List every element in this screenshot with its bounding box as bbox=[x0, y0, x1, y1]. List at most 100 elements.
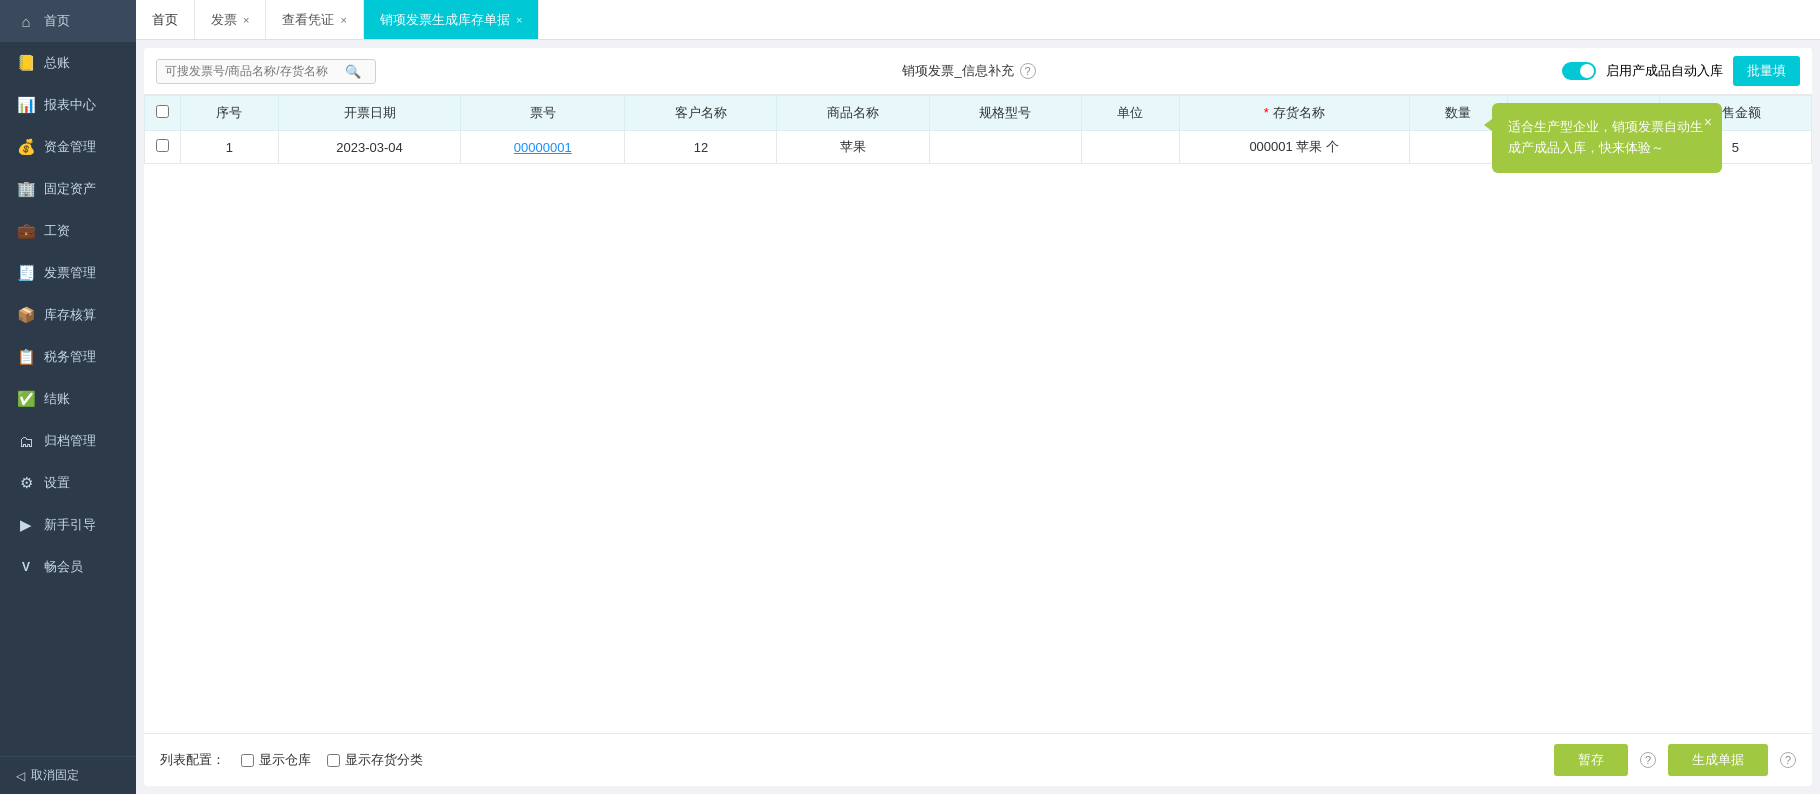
generate-button[interactable]: 生成单据 bbox=[1668, 744, 1768, 776]
tab-view-voucher-close[interactable]: × bbox=[340, 14, 346, 26]
settings-icon: ⚙ bbox=[16, 474, 36, 492]
cancel-pin-label: 取消固定 bbox=[31, 767, 79, 784]
th-seq: 序号 bbox=[181, 96, 279, 131]
row-unit bbox=[1081, 131, 1179, 164]
sidebar-item-tax[interactable]: 📋 税务管理 bbox=[0, 336, 136, 378]
info-help-icon[interactable]: ? bbox=[1020, 63, 1036, 79]
cancel-pin-button[interactable]: ◁ 取消固定 bbox=[0, 757, 136, 794]
sidebar-item-fixed-asset[interactable]: 🏢 固定资产 bbox=[0, 168, 136, 210]
sidebar-item-label: 结账 bbox=[44, 390, 70, 408]
toolbar: 🔍 销项发票_信息补充 ? 启用产成品自动入库 批量填 bbox=[144, 48, 1812, 95]
invoice-icon: 🧾 bbox=[16, 264, 36, 282]
toolbar-center: 销项发票_信息补充 ? bbox=[902, 62, 1035, 80]
toolbar-left: 🔍 bbox=[156, 59, 376, 84]
bottom-bar: 列表配置： 显示仓库 显示存货分类 暂存 ? 生成单据 ? bbox=[144, 733, 1812, 786]
sidebar-item-vip[interactable]: V 畅会员 bbox=[0, 546, 136, 588]
tooltip-popup: × 适合生产型企业，销项发票自动生成产成品入库，快来体验～ bbox=[1492, 103, 1722, 173]
info-label: 销项发票_信息补充 bbox=[902, 62, 1013, 80]
toolbar-right: 启用产成品自动入库 批量填 bbox=[1562, 56, 1800, 86]
tab-invoice-close[interactable]: × bbox=[243, 14, 249, 26]
search-input[interactable] bbox=[165, 64, 345, 78]
tab-invoice[interactable]: 发票 × bbox=[195, 0, 266, 39]
sidebar-item-ledger[interactable]: 📒 总账 bbox=[0, 42, 136, 84]
sidebar-item-home[interactable]: ⌂ 首页 bbox=[0, 0, 136, 42]
row-checkbox[interactable] bbox=[156, 139, 169, 152]
tab-sales-inventory-close[interactable]: × bbox=[516, 14, 522, 26]
show-warehouse-label[interactable]: 显示仓库 bbox=[241, 751, 311, 769]
tab-view-voucher[interactable]: 查看凭证 × bbox=[266, 0, 363, 39]
th-unit: 单位 bbox=[1081, 96, 1179, 131]
tab-bar: 首页 发票 × 查看凭证 × 销项发票生成库存单据 × bbox=[136, 0, 1820, 40]
batch-fill-button[interactable]: 批量填 bbox=[1733, 56, 1800, 86]
sidebar-item-label: 设置 bbox=[44, 474, 70, 492]
sidebar-item-settlement[interactable]: ✅ 结账 bbox=[0, 378, 136, 420]
search-icon[interactable]: 🔍 bbox=[345, 64, 361, 79]
save-help-icon[interactable]: ? bbox=[1640, 752, 1656, 768]
sidebar-item-label: 工资 bbox=[44, 222, 70, 240]
tooltip-close-button[interactable]: × bbox=[1704, 111, 1712, 133]
th-number: 票号 bbox=[461, 96, 625, 131]
guide-icon: ▶ bbox=[16, 516, 36, 534]
row-product: 苹果 bbox=[777, 131, 929, 164]
report-icon: 📊 bbox=[16, 96, 36, 114]
bottom-left: 列表配置： 显示仓库 显示存货分类 bbox=[160, 751, 423, 769]
select-all-checkbox[interactable] bbox=[156, 105, 169, 118]
row-seq: 1 bbox=[181, 131, 279, 164]
toggle-slider bbox=[1562, 62, 1596, 80]
pin-icon: ◁ bbox=[16, 769, 25, 783]
sidebar-item-label: 固定资产 bbox=[44, 180, 96, 198]
sidebar-item-label: 新手引导 bbox=[44, 516, 96, 534]
sidebar-item-wage[interactable]: 💼 工资 bbox=[0, 210, 136, 252]
th-customer: 客户名称 bbox=[625, 96, 777, 131]
sidebar-item-label: 税务管理 bbox=[44, 348, 96, 366]
toggle-label: 启用产成品自动入库 bbox=[1606, 62, 1723, 80]
sidebar-item-label: 归档管理 bbox=[44, 432, 96, 450]
ledger-icon: 📒 bbox=[16, 54, 36, 72]
sidebar-item-label: 资金管理 bbox=[44, 138, 96, 156]
tab-home[interactable]: 首页 bbox=[136, 0, 195, 39]
th-product: 商品名称 bbox=[777, 96, 929, 131]
sidebar-item-archive[interactable]: 🗂 归档管理 bbox=[0, 420, 136, 462]
tab-home-label: 首页 bbox=[152, 11, 178, 29]
sidebar-item-report[interactable]: 📊 报表中心 bbox=[0, 84, 136, 126]
sidebar-item-invoice-mgmt[interactable]: 🧾 发票管理 bbox=[0, 252, 136, 294]
archive-icon: 🗂 bbox=[16, 433, 36, 450]
table-container: 序号 开票日期 票号 客户名称 商品名称 规格型号 单位 存货名称 数量 销售单… bbox=[144, 95, 1812, 733]
show-category-label[interactable]: 显示存货分类 bbox=[327, 751, 423, 769]
tab-view-voucher-label: 查看凭证 bbox=[282, 11, 334, 29]
sidebar-item-inventory[interactable]: 📦 库存核算 bbox=[0, 294, 136, 336]
tab-invoice-label: 发票 bbox=[211, 11, 237, 29]
main-area: 首页 发票 × 查看凭证 × 销项发票生成库存单据 × 🔍 销项发票_信息补充 bbox=[136, 0, 1820, 794]
show-category-checkbox[interactable] bbox=[327, 754, 340, 767]
fund-icon: 💰 bbox=[16, 138, 36, 156]
tab-sales-inventory[interactable]: 销项发票生成库存单据 × bbox=[364, 0, 539, 39]
sidebar-item-guide[interactable]: ▶ 新手引导 bbox=[0, 504, 136, 546]
sidebar-item-label: 总账 bbox=[44, 54, 70, 72]
sidebar-item-label: 发票管理 bbox=[44, 264, 96, 282]
row-checkbox-cell[interactable] bbox=[145, 131, 181, 164]
tax-icon: 📋 bbox=[16, 348, 36, 366]
generate-help-icon[interactable]: ? bbox=[1780, 752, 1796, 768]
sidebar: ⌂ 首页 📒 总账 📊 报表中心 💰 资金管理 🏢 固定资产 💼 工资 🧾 发票… bbox=[0, 0, 136, 794]
settlement-icon: ✅ bbox=[16, 390, 36, 408]
sidebar-item-fund[interactable]: 💰 资金管理 bbox=[0, 126, 136, 168]
th-checkbox bbox=[145, 96, 181, 131]
inventory-icon: 📦 bbox=[16, 306, 36, 324]
row-number[interactable]: 00000001 bbox=[461, 131, 625, 164]
show-warehouse-checkbox[interactable] bbox=[241, 754, 254, 767]
wage-icon: 💼 bbox=[16, 222, 36, 240]
sidebar-item-settings[interactable]: ⚙ 设置 bbox=[0, 462, 136, 504]
page-body: 🔍 销项发票_信息补充 ? 启用产成品自动入库 批量填 bbox=[144, 48, 1812, 786]
row-date: 2023-03-04 bbox=[278, 131, 460, 164]
search-box[interactable]: 🔍 bbox=[156, 59, 376, 84]
save-button[interactable]: 暂存 bbox=[1554, 744, 1628, 776]
vip-icon: V bbox=[16, 560, 36, 574]
tab-sales-inventory-label: 销项发票生成库存单据 bbox=[380, 11, 510, 29]
home-icon: ⌂ bbox=[16, 13, 36, 30]
sidebar-item-label: 库存核算 bbox=[44, 306, 96, 324]
sidebar-bottom: ◁ 取消固定 bbox=[0, 756, 136, 794]
sidebar-item-label: 报表中心 bbox=[44, 96, 96, 114]
row-inventory: 000001 苹果 个 bbox=[1179, 131, 1409, 164]
tooltip-text: 适合生产型企业，销项发票自动生成产成品入库，快来体验～ bbox=[1508, 119, 1703, 155]
auto-warehouse-toggle[interactable] bbox=[1562, 62, 1596, 80]
